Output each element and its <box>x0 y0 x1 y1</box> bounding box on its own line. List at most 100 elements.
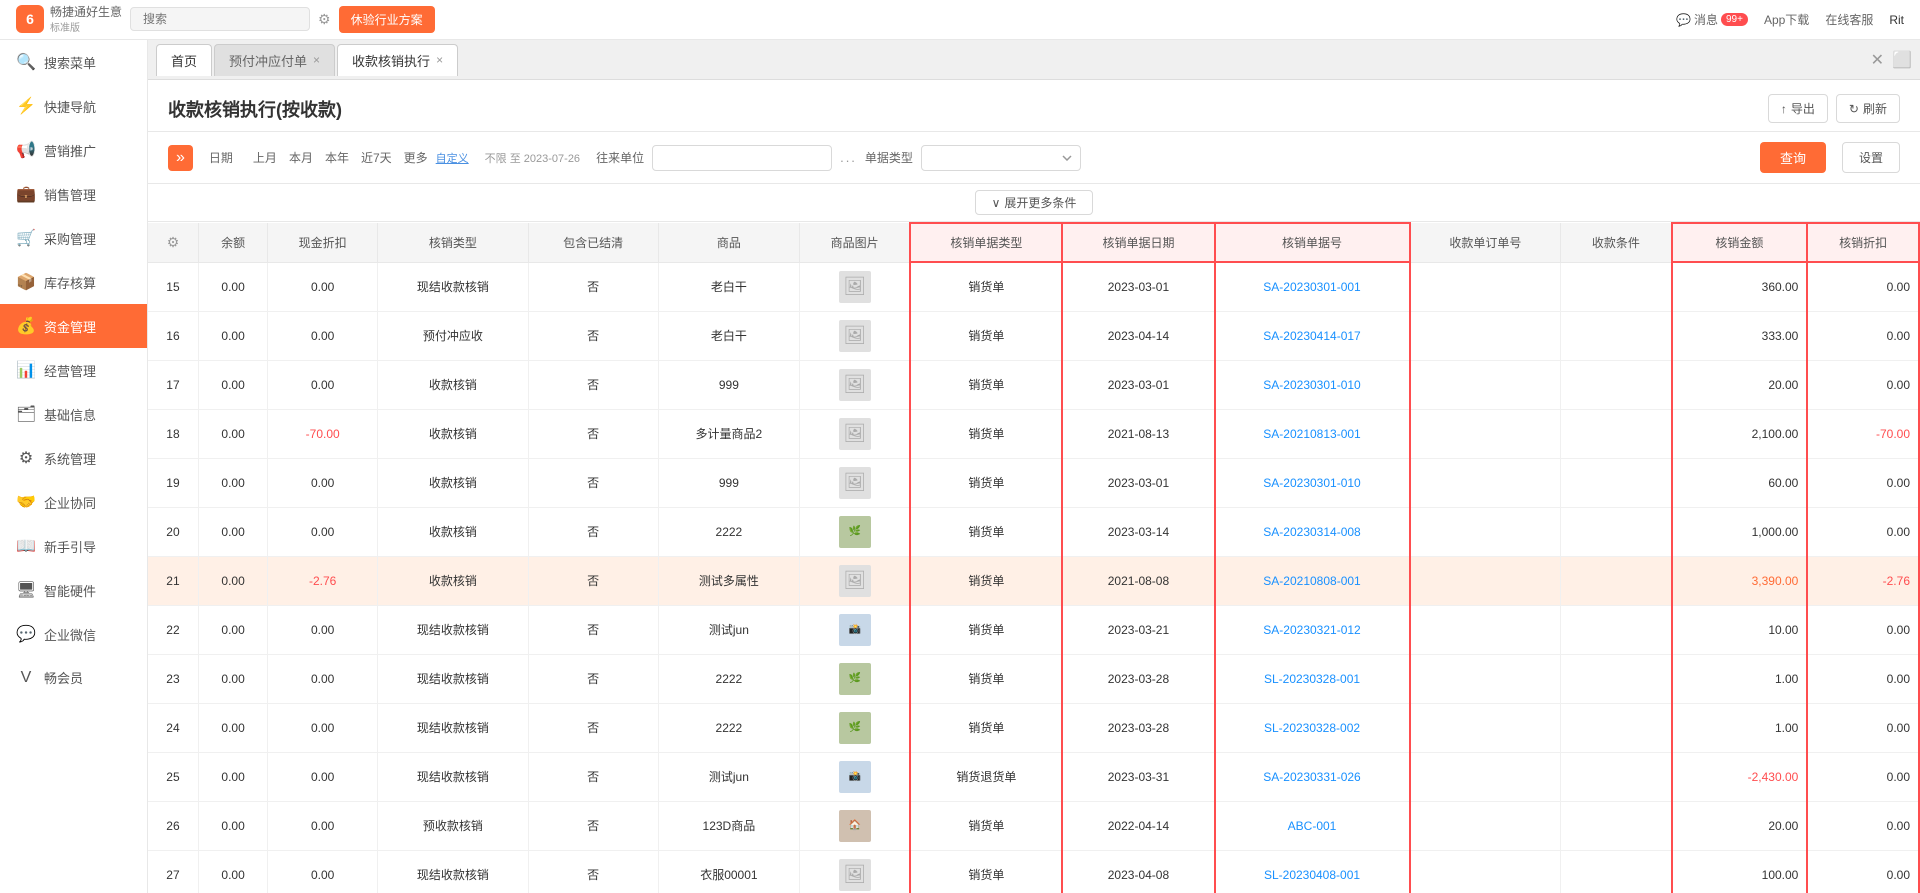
sidebar-item-system[interactable]: ⚙ 系统管理 <box>0 436 147 480</box>
refresh-button[interactable]: ↻ 刷新 <box>1836 94 1900 123</box>
bill-no-link[interactable]: SA-20210808-001 <box>1263 574 1360 588</box>
cell-balance: 0.00 <box>198 703 267 752</box>
date-this-month[interactable]: 本月 <box>285 147 317 168</box>
bill-no-link[interactable]: SL-20230328-002 <box>1264 721 1360 735</box>
product-img: 🖼 <box>839 467 871 499</box>
sidebar-item-collab[interactable]: 🤝 企业协同 <box>0 480 147 524</box>
user-name[interactable]: Rit <box>1889 13 1904 27</box>
guide-icon: 📖 <box>16 536 36 556</box>
th-amount: 核销金额 <box>1672 223 1808 262</box>
gear-icon[interactable]: ⚙ <box>318 11 331 28</box>
table-row: 18 0.00 -70.00 收款核销 否 多计量商品2 🖼 销货单 2021-… <box>148 409 1919 458</box>
cell-order-no <box>1410 507 1561 556</box>
sidebar-item-label: 搜索菜单 <box>44 53 96 72</box>
date-7days[interactable]: 近7天 <box>357 147 396 168</box>
page-actions: ↑ 导出 ↻ 刷新 <box>1768 94 1900 123</box>
bill-no-link[interactable]: SA-20230314-008 <box>1263 525 1360 539</box>
tab-prepay[interactable]: 预付冲应付单 × <box>214 44 335 76</box>
expand-chevron-icon: ∨ <box>992 196 1001 210</box>
tab-writeoff-close[interactable]: × <box>436 53 443 67</box>
bill-no-link[interactable]: ABC-001 <box>1288 819 1337 833</box>
app-download-link[interactable]: App下载 <box>1764 11 1809 28</box>
cell-bill-no[interactable]: SA-20230331-026 <box>1215 752 1410 801</box>
content-area: 首页 预付冲应付单 × 收款核销执行 × ✕ ⬜ 收款核销执行(按收款) <box>148 40 1920 893</box>
th-type: 核销类型 <box>378 223 528 262</box>
cell-type: 预付冲应收 <box>378 311 528 360</box>
cell-bill-no[interactable]: ABC-001 <box>1215 801 1410 850</box>
message-group[interactable]: 💬 消息 99+ <box>1676 11 1748 28</box>
bill-no-link[interactable]: SA-20230414-017 <box>1263 329 1360 343</box>
bill-no-link[interactable]: SA-20230301-001 <box>1263 280 1360 294</box>
tab-maximize-icon[interactable]: ⬜ <box>1892 50 1912 70</box>
cell-bill-no[interactable]: SA-20230414-017 <box>1215 311 1410 360</box>
expand-more-button[interactable]: ∨ 展开更多条件 <box>975 190 1094 215</box>
date-custom[interactable]: 自定义 <box>436 150 469 166</box>
cell-product: 123D商品 <box>658 801 799 850</box>
cell-bill-no[interactable]: SA-20230301-001 <box>1215 262 1410 311</box>
cell-bill-type: 销货单 <box>910 262 1062 311</box>
tab-close-all-icon[interactable]: ✕ <box>1871 50 1884 70</box>
bill-type-label: 单据类型 <box>865 149 913 166</box>
bill-no-link[interactable]: SL-20230408-001 <box>1264 868 1360 882</box>
bill-no-link[interactable]: SA-20230301-010 <box>1263 378 1360 392</box>
sidebar-item-basic[interactable]: 🗂 基础信息 <box>0 392 147 436</box>
cell-num: 21 <box>148 556 198 605</box>
sidebar-item-inventory[interactable]: 📦 库存核算 <box>0 260 147 304</box>
cell-bill-no[interactable]: SA-20230321-012 <box>1215 605 1410 654</box>
online-service-link[interactable]: 在线客服 <box>1825 11 1873 28</box>
date-more[interactable]: 更多 <box>400 147 432 168</box>
cell-bill-no[interactable]: SA-20230301-010 <box>1215 458 1410 507</box>
cell-bill-no[interactable]: SA-20230301-010 <box>1215 360 1410 409</box>
tab-prepay-close[interactable]: × <box>313 53 320 67</box>
cell-order-no <box>1410 703 1561 752</box>
sidebar-item-search[interactable]: 🔍 搜索菜单 <box>0 40 147 84</box>
sidebar-item-quicknav[interactable]: ⚡ 快捷导航 <box>0 84 147 128</box>
cell-bill-no[interactable]: SA-20230314-008 <box>1215 507 1410 556</box>
sidebar-item-finance[interactable]: 💰 资金管理 <box>0 304 147 348</box>
th-bill-date: 核销单据日期 <box>1062 223 1214 262</box>
cell-discount: 0.00 <box>1807 752 1919 801</box>
filter-expand-button[interactable]: » <box>168 145 193 171</box>
export-button[interactable]: ↑ 导出 <box>1768 94 1828 123</box>
search-input[interactable] <box>130 7 310 31</box>
partner-input[interactable] <box>652 145 832 171</box>
cell-bill-no[interactable]: SL-20230328-002 <box>1215 703 1410 752</box>
cell-bill-no[interactable]: SL-20230408-001 <box>1215 850 1410 893</box>
sidebar-item-marketing[interactable]: 📢 营销推广 <box>0 128 147 172</box>
sidebar-item-operations[interactable]: 📊 经营管理 <box>0 348 147 392</box>
sidebar-item-hardware[interactable]: 🖥 智能硬件 <box>0 568 147 612</box>
cell-included: 否 <box>528 360 658 409</box>
date-last-month[interactable]: 上月 <box>249 147 281 168</box>
filter-settings-button[interactable]: 设置 <box>1842 142 1900 173</box>
query-button[interactable]: 查询 <box>1760 142 1826 173</box>
table-row: 19 0.00 0.00 收款核销 否 999 🖼 销货单 2023-03-01… <box>148 458 1919 507</box>
cell-condition <box>1561 654 1672 703</box>
sidebar-item-guide[interactable]: 📖 新手引导 <box>0 524 147 568</box>
th-settings[interactable]: ⚙ <box>148 223 198 262</box>
bill-no-link[interactable]: SL-20230328-001 <box>1264 672 1360 686</box>
tab-writeoff[interactable]: 收款核销执行 × <box>337 44 458 76</box>
cell-order-no <box>1410 850 1561 893</box>
bill-no-link[interactable]: SA-20230321-012 <box>1263 623 1360 637</box>
cell-bill-no[interactable]: SA-20210813-001 <box>1215 409 1410 458</box>
bill-no-link[interactable]: SA-20230301-010 <box>1263 476 1360 490</box>
cell-bill-no[interactable]: SA-20210808-001 <box>1215 556 1410 605</box>
cell-product: 老白干 <box>658 311 799 360</box>
industry-btn[interactable]: 休验行业方案 <box>339 6 435 33</box>
cell-discount: -2.76 <box>1807 556 1919 605</box>
bill-no-link[interactable]: SA-20210813-001 <box>1263 427 1360 441</box>
sidebar-item-label: 企业协同 <box>44 493 96 512</box>
cell-bill-type: 销货单 <box>910 654 1062 703</box>
sidebar-item-wechat[interactable]: 💬 企业微信 <box>0 612 147 656</box>
sidebar-item-sales[interactable]: 💼 销售管理 <box>0 172 147 216</box>
app-name: 畅捷通好生意 <box>50 5 122 19</box>
date-this-year[interactable]: 本年 <box>321 147 353 168</box>
bill-no-link[interactable]: SA-20230331-026 <box>1263 770 1360 784</box>
sidebar-item-vip[interactable]: V 畅会员 <box>0 656 147 699</box>
bill-type-select[interactable]: 销货单 销货退货单 <box>921 145 1081 171</box>
tab-home[interactable]: 首页 <box>156 44 212 76</box>
cell-type: 现结收款核销 <box>378 654 528 703</box>
sidebar-item-purchase[interactable]: 🛒 采购管理 <box>0 216 147 260</box>
cell-bill-no[interactable]: SL-20230328-001 <box>1215 654 1410 703</box>
cell-order-no <box>1410 654 1561 703</box>
